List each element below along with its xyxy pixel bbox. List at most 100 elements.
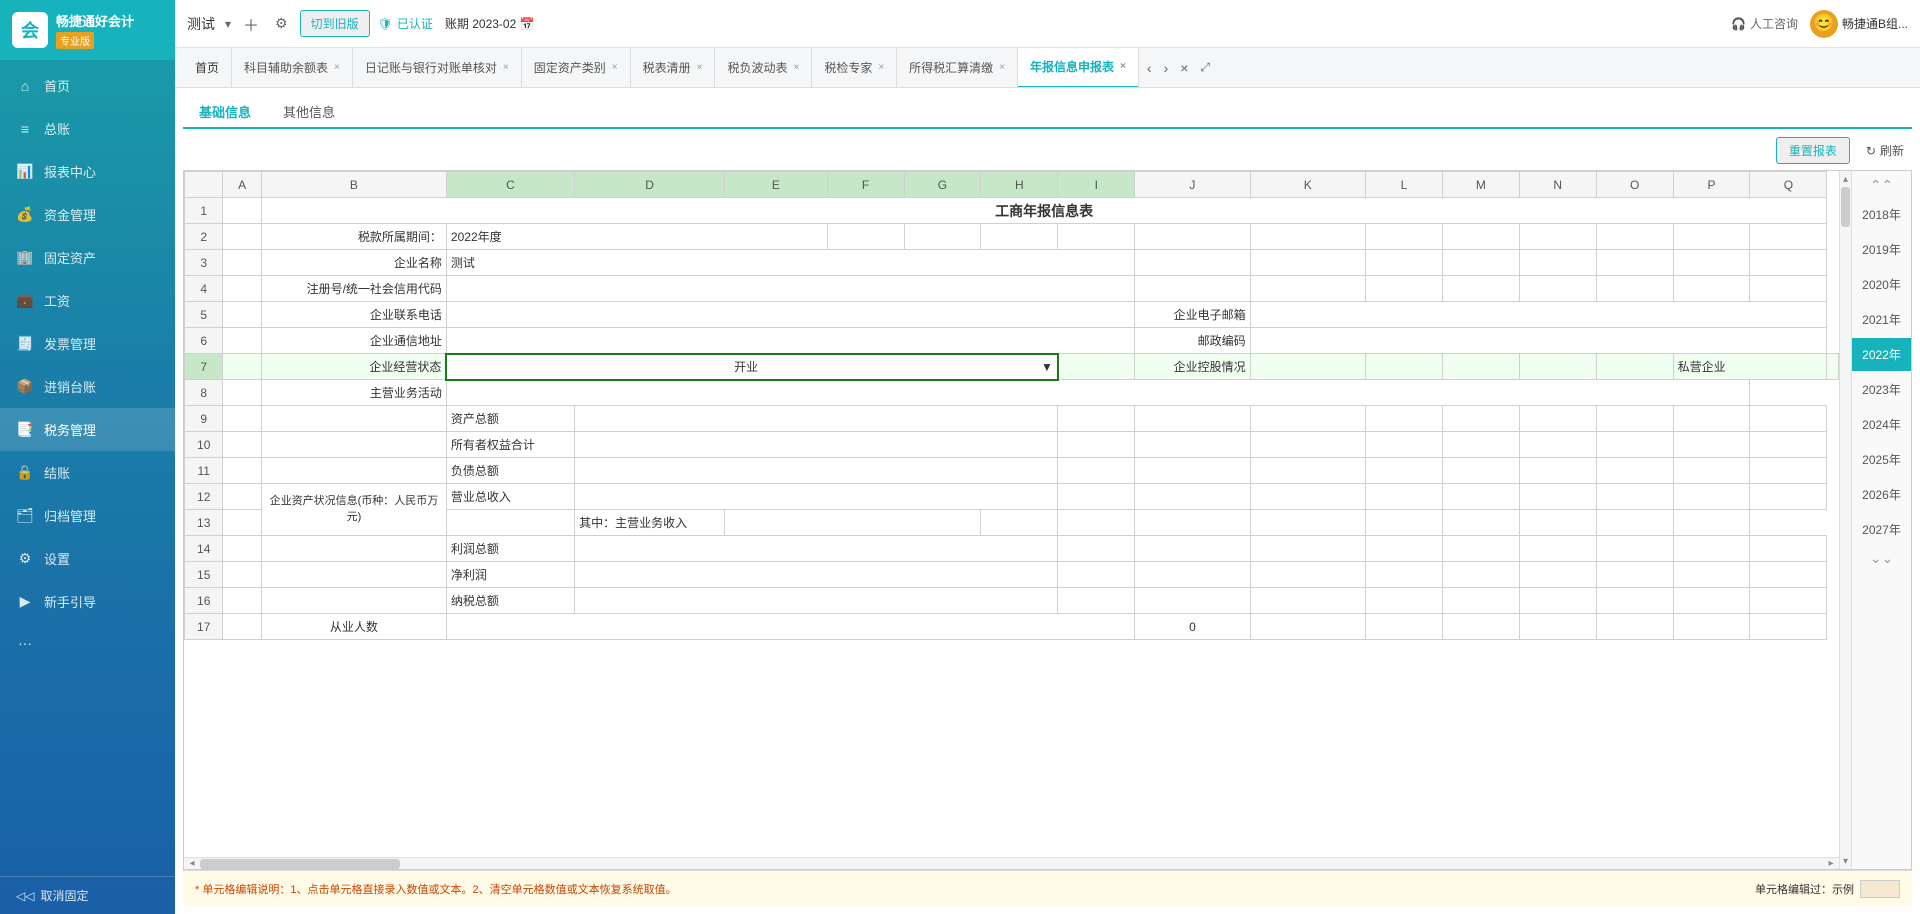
year-panel-down-button[interactable]: ⌄⌄ [1868,548,1895,569]
module-dropdown[interactable]: ▾ [225,17,231,31]
tab-income-tax[interactable]: 所得税汇算清缴 × [897,48,1018,88]
tab-tax-expert[interactable]: 税检专家 × [812,48,897,88]
old-version-button[interactable]: 切到旧版 [300,10,370,37]
hscroll-thumb[interactable] [200,859,400,869]
cell-5-C[interactable] [446,302,1134,328]
year-item-2019[interactable]: 2019年 [1852,233,1911,266]
year-panel-up-button[interactable]: ⌃⌃ [1868,175,1895,196]
cell-9-D[interactable] [575,406,1058,432]
refresh-button[interactable]: ↻ 刷新 [1858,138,1912,163]
sidebar-item-invoice[interactable]: 🧾 发票管理 [0,322,175,365]
tab-close-icon[interactable]: × [1120,61,1126,72]
tabs-bar: 首页 科目辅助余额表 × 日记账与银行对账单核对 × 固定资产类别 × 税表清册… [175,48,1920,88]
tab-close-icon[interactable]: × [612,62,618,73]
tab-next-button[interactable]: › [1160,58,1173,78]
sidebar-item-archive[interactable]: 🗂 归档管理 [0,494,175,537]
vscroll-thumb[interactable] [1841,187,1850,227]
sidebar-item-ledger[interactable]: ≡ 总账 [0,107,175,150]
cell-6-C[interactable] [446,328,1134,354]
table-row: 15 净利润 [185,562,1839,588]
cell-7-O[interactable]: 私营企业 [1673,354,1827,380]
cell-5-K[interactable] [1250,302,1827,328]
sub-tab-basic[interactable]: 基础信息 [183,96,267,129]
tab-close-icon[interactable]: × [697,62,703,73]
tab-fixed-asset-type[interactable]: 固定资产类别 × [522,48,631,88]
cell-3-C[interactable]: 测试 [446,250,1134,276]
tab-annual-report[interactable]: 年报信息申报表 × [1018,48,1139,88]
consult-button[interactable]: 🎧 人工咨询 [1731,15,1798,32]
close-all-tabs-button[interactable]: × [1176,58,1192,78]
tab-close-icon[interactable]: × [878,62,884,73]
cell-16-D[interactable] [575,588,1058,614]
cell-17-J[interactable]: 0 [1135,614,1250,640]
sidebar-item-close[interactable]: 🔒 结账 [0,451,175,494]
sidebar-item-fund[interactable]: 💰 资金管理 [0,193,175,236]
tab-close-icon[interactable]: × [793,62,799,73]
year-item-2021[interactable]: 2021年 [1852,303,1911,336]
hscroll-track[interactable] [200,858,1823,870]
sub-tab-other[interactable]: 其他信息 [267,96,351,129]
cell-12-D[interactable] [575,484,1058,510]
year-item-2027[interactable]: 2027年 [1852,513,1911,546]
tab-aux-balance[interactable]: 科目辅助余额表 × [232,48,353,88]
dropdown-arrow-icon[interactable]: ▼ [1041,360,1053,374]
cell-8-C[interactable] [446,380,1750,406]
tab-tax-table[interactable]: 税表清册 × [631,48,716,88]
topbar: 测试 ▾ ＋ ⚙ 切到旧版 🛡 已认证 账期 2023-02 📅 🎧 人工咨询 … [175,0,1920,48]
sidebar-item-home[interactable]: ⌂ 首页 [0,64,175,107]
year-item-2022[interactable]: 2022年 [1852,338,1911,371]
cell-14-C: 利润总额 [446,536,574,562]
tab-home[interactable]: 首页 [183,48,232,88]
settings-button[interactable]: ⚙ [271,15,292,32]
sidebar-item-more[interactable]: ··· [0,623,175,663]
sidebar-item-tax[interactable]: 📑 税务管理 [0,408,175,451]
tab-close-icon[interactable]: × [503,62,509,73]
vscroll-track[interactable] [1840,187,1851,853]
cell-15-D[interactable] [575,562,1058,588]
horizontal-scrollbar[interactable]: ◂ ▸ [184,857,1839,869]
vertical-scrollbar[interactable]: ▴ ▾ [1839,171,1851,869]
cell-6-K[interactable] [1250,328,1827,354]
cell-14-D[interactable] [575,536,1058,562]
cell-13-F[interactable] [725,510,981,536]
scroll-down-button[interactable]: ▾ [1840,853,1851,869]
cell-3-A[interactable] [223,250,261,276]
tab-prev-button[interactable]: ‹ [1143,58,1156,78]
pin-label: 取消固定 [40,887,88,904]
sidebar-item-settings[interactable]: ⚙ 设置 [0,537,175,580]
scroll-up-button[interactable]: ▴ [1840,171,1851,187]
sidebar-item-guide[interactable]: ▶ 新手引导 [0,580,175,623]
add-tab-button[interactable]: ＋ [239,12,263,36]
cell-12-C: 营业总收入 [446,484,574,510]
sidebar-item-inventory[interactable]: 📦 进销台账 [0,365,175,408]
sidebar-item-report[interactable]: 📊 报表中心 [0,150,175,193]
cell-7-C-dropdown[interactable]: 开业 ▼ [446,354,1057,380]
sidebar-item-asset[interactable]: 🏢 固定资产 [0,236,175,279]
scroll-right-button[interactable]: ▸ [1823,858,1839,870]
tab-close-icon[interactable]: × [999,62,1005,73]
year-item-2024[interactable]: 2024年 [1852,408,1911,441]
cell-11-D[interactable] [575,458,1058,484]
user-menu[interactable]: 😊 畅捷通B组... [1810,10,1908,38]
cell-2-A[interactable] [223,224,261,250]
expand-tabs-button[interactable]: ⤢ [1196,58,1214,77]
cell-10-D[interactable] [575,432,1058,458]
cell-2-C[interactable]: 2022年度 [446,224,827,250]
year-item-2026[interactable]: 2026年 [1852,478,1911,511]
spreadsheet-main[interactable]: A B C D E F G H I J [184,171,1839,857]
pin-button[interactable]: ◁◁ 取消固定 [0,876,175,914]
cell-4-C[interactable] [446,276,1134,302]
tab-tax-fluctuation[interactable]: 税负波动表 × [715,48,812,88]
sidebar-item-salary[interactable]: 💼 工资 [0,279,175,322]
tab-close-icon[interactable]: × [334,62,340,73]
year-item-2023[interactable]: 2023年 [1852,373,1911,406]
year-item-2025[interactable]: 2025年 [1852,443,1911,476]
tab-journal-bank[interactable]: 日记账与银行对账单核对 × [353,48,522,88]
year-item-2020[interactable]: 2020年 [1852,268,1911,301]
scroll-left-button[interactable]: ◂ [184,858,200,870]
tab-label: 税表清册 [643,59,691,76]
reset-report-button[interactable]: 重置报表 [1776,137,1850,164]
year-item-2018[interactable]: 2018年 [1852,198,1911,231]
cell-1-A[interactable] [223,198,261,224]
cell-17-C[interactable] [446,614,1134,640]
